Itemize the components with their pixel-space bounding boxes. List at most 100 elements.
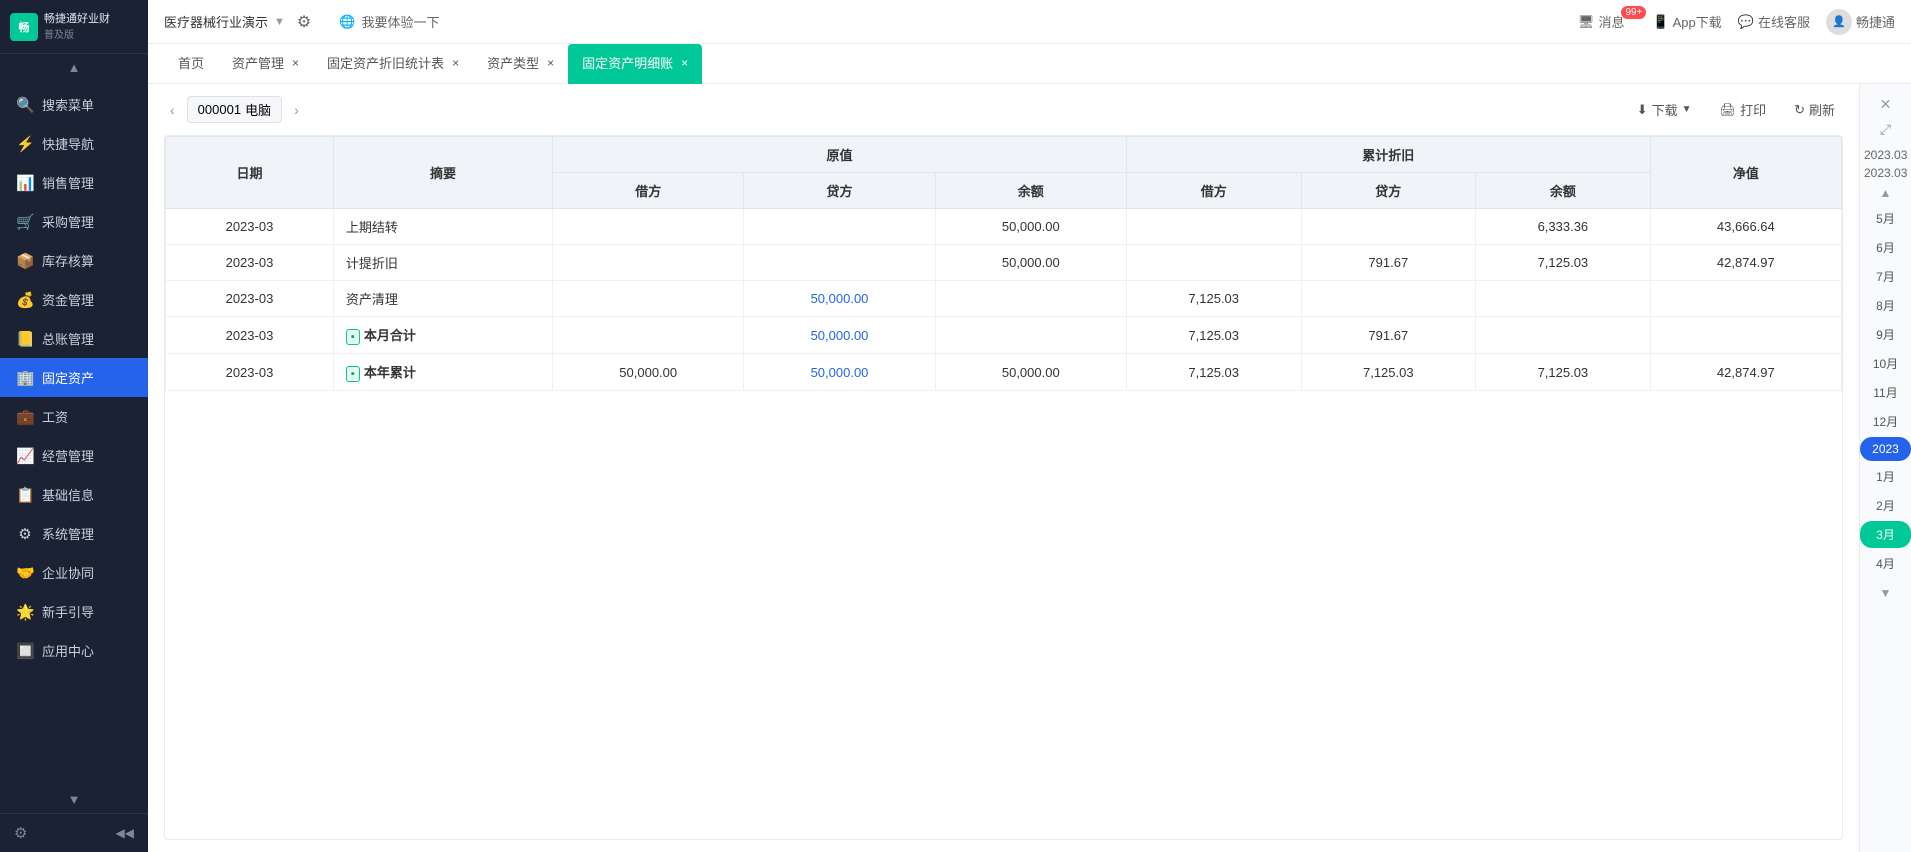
timeline-close-button[interactable]: ✕ (1860, 92, 1911, 117)
tab-close-icon[interactable]: × (292, 56, 299, 70)
customer-service-button[interactable]: 💬 在线客服 (1738, 12, 1810, 31)
sidebar-item-purchase[interactable]: 🛒 采购管理 (0, 202, 148, 241)
asset-nav-item[interactable]: 000001 电脑 (187, 96, 282, 123)
tab-asset-type[interactable]: 资产类型 × (473, 44, 568, 84)
tab-close-icon[interactable]: × (547, 56, 554, 70)
th-accum-depr: 累计折旧 (1126, 137, 1650, 173)
sidebar-item-fund[interactable]: 💰 资金管理 (0, 280, 148, 319)
sidebar-scroll-up[interactable]: ▲ (0, 54, 148, 81)
th-orig-debit: 借方 (553, 173, 744, 209)
sidebar-item-ledger[interactable]: 📒 总账管理 (0, 319, 148, 358)
th-summary: 摘要 (333, 137, 552, 209)
tab-close-icon[interactable]: × (452, 56, 459, 70)
sidebar-nav: 🔍 搜索菜单 ⚡ 快捷导航 📊 销售管理 🛒 采购管理 📦 库存核算 💰 资金管… (0, 81, 148, 786)
sidebar-footer: ⚙ ◀◀ (0, 813, 148, 852)
timeline-month-8[interactable]: 8月 (1860, 292, 1911, 319)
user-avatar: 👤 (1826, 9, 1852, 35)
table-row: 2023-03▪本月合计50,000.007,125.03791.67 (166, 317, 1842, 354)
experience-button[interactable]: 🌐 我要体验一下 (339, 12, 439, 31)
message-button[interactable]: 🖥 消息 99+ (1578, 12, 1637, 31)
sidebar-item-inventory[interactable]: 📦 库存核算 (0, 241, 148, 280)
tab-depreciation-stat[interactable]: 固定资产折旧统计表 × (313, 44, 473, 84)
timeline-month-11[interactable]: 11月 (1860, 379, 1911, 406)
fixed-assets-icon: 🏢 (16, 369, 34, 387)
experience-icon: 🌐 (339, 14, 355, 30)
sidebar-item-salary[interactable]: 💼 工资 (0, 397, 148, 436)
salary-icon: 💼 (16, 408, 34, 426)
app-download-label: App下载 (1673, 12, 1722, 31)
table-row: 2023-03上期结转50,000.006,333.3643,666.64 (166, 209, 1842, 245)
collapse-icon[interactable]: ◀◀ (116, 826, 134, 840)
th-accum-credit: 贷方 (1301, 173, 1476, 209)
sidebar-item-label: 应用中心 (42, 641, 94, 660)
sidebar-item-label: 库存核算 (42, 251, 94, 270)
nav-prev-button[interactable]: ‹ (164, 100, 181, 120)
download-button[interactable]: ⬇ 下载 ▼ (1629, 96, 1700, 123)
company-name: 医疗器械行业演示 (164, 12, 268, 31)
tab-asset-detail[interactable]: 固定资产明细账 × (568, 44, 702, 84)
sidebar-item-label: 经营管理 (42, 446, 94, 465)
refresh-button[interactable]: ↻ 刷新 (1786, 96, 1843, 123)
sidebar-item-operations[interactable]: 📈 经营管理 (0, 436, 148, 475)
timeline-expand-button[interactable]: ⤢ (1860, 117, 1911, 142)
refresh-label: 刷新 (1809, 100, 1835, 119)
sidebar-item-label: 快捷导航 (42, 134, 94, 153)
sidebar-item-basic-info[interactable]: 📋 基础信息 (0, 475, 148, 514)
download-label: 下载 (1652, 100, 1678, 119)
print-button[interactable]: 🖨 打印 (1712, 96, 1775, 123)
timeline-month-5[interactable]: 5月 (1860, 205, 1911, 232)
sidebar-item-label: 系统管理 (42, 524, 94, 543)
purchase-icon: 🛒 (16, 213, 34, 231)
app-center-icon: 🔲 (16, 642, 34, 660)
sidebar-item-label: 企业协同 (42, 563, 94, 582)
th-accum-debit: 借方 (1126, 173, 1301, 209)
total-badge: ▪ (346, 366, 360, 382)
sidebar-item-fixed-assets[interactable]: 🏢 固定资产 (0, 358, 148, 397)
sales-icon: 📊 (16, 174, 34, 192)
download-arrow-icon: ▼ (1682, 104, 1692, 115)
timeline-year-2023[interactable]: 2023 (1860, 437, 1911, 461)
sidebar-item-label: 新手引导 (42, 602, 94, 621)
timeline-month-1[interactable]: 1月 (1860, 463, 1911, 490)
sidebar-item-app-center[interactable]: 🔲 应用中心 (0, 631, 148, 670)
content-area: ‹ 000001 电脑 › ⬇ 下载 ▼ 🖨 打印 (148, 84, 1911, 852)
search-icon: 🔍 (16, 96, 34, 114)
topbar-settings-icon[interactable]: ⚙ (293, 8, 315, 36)
timeline-month-6[interactable]: 6月 (1860, 234, 1911, 261)
tab-asset-management[interactable]: 资产管理 × (218, 44, 313, 84)
sidebar-item-enterprise[interactable]: 🤝 企业协同 (0, 553, 148, 592)
tabbar: 首页 资产管理 × 固定资产折旧统计表 × 资产类型 × 固定资产明细账 × (148, 44, 1911, 84)
timeline-arrow-down[interactable]: ▼ (1876, 582, 1896, 604)
sidebar-item-search[interactable]: 🔍 搜索菜单 (0, 85, 148, 124)
sidebar-item-guide[interactable]: 🌟 新手引导 (0, 592, 148, 631)
user-menu[interactable]: 👤 畅捷通 (1826, 9, 1895, 35)
panel-nav: ‹ 000001 电脑 › (164, 96, 305, 123)
timeline-month-4[interactable]: 4月 (1860, 550, 1911, 577)
tab-home[interactable]: 首页 (164, 44, 218, 84)
timeline-month-10[interactable]: 10月 (1860, 350, 1911, 377)
settings-icon[interactable]: ⚙ (14, 824, 27, 842)
asset-name: 电脑 (245, 100, 271, 119)
timeline-month-2[interactable]: 2月 (1860, 492, 1911, 519)
guide-icon: 🌟 (16, 603, 34, 621)
nav-next-button[interactable]: › (288, 100, 305, 120)
app-download-button[interactable]: 📱 App下载 (1652, 12, 1721, 31)
company-dropdown-arrow: ▼ (274, 16, 285, 28)
main: 医疗器械行业演示 ▼ ⚙ 🌐 我要体验一下 🖥 消息 99+ 📱 App下载 💬… (148, 0, 1911, 852)
timeline-arrow-up[interactable]: ▲ (1876, 182, 1896, 204)
sidebar-item-label: 销售管理 (42, 173, 94, 192)
ledger-icon: 📒 (16, 330, 34, 348)
timeline-month-12[interactable]: 12月 (1860, 408, 1911, 435)
sidebar-scroll-down[interactable]: ▼ (0, 786, 148, 813)
sidebar-item-system[interactable]: ⚙ 系统管理 (0, 514, 148, 553)
tab-close-icon[interactable]: × (681, 56, 688, 70)
sidebar-item-quick-nav[interactable]: ⚡ 快捷导航 (0, 124, 148, 163)
timeline-month-9[interactable]: 9月 (1860, 321, 1911, 348)
data-table: 日期 摘要 原值 累计折旧 净值 借方 贷方 余额 借方 贷方 余额 (165, 136, 1842, 391)
company-selector[interactable]: 医疗器械行业演示 ▼ (164, 12, 285, 31)
timeline-panel: ✕ ⤢ 2023.03 2023.03 ▲ 5月 6月 7月 8月 9月 10月… (1859, 84, 1911, 852)
timeline-month-3[interactable]: 3月 (1860, 521, 1911, 548)
sidebar-item-sales[interactable]: 📊 销售管理 (0, 163, 148, 202)
panel-toolbar: ‹ 000001 电脑 › ⬇ 下载 ▼ 🖨 打印 (164, 96, 1843, 123)
timeline-month-7[interactable]: 7月 (1860, 263, 1911, 290)
